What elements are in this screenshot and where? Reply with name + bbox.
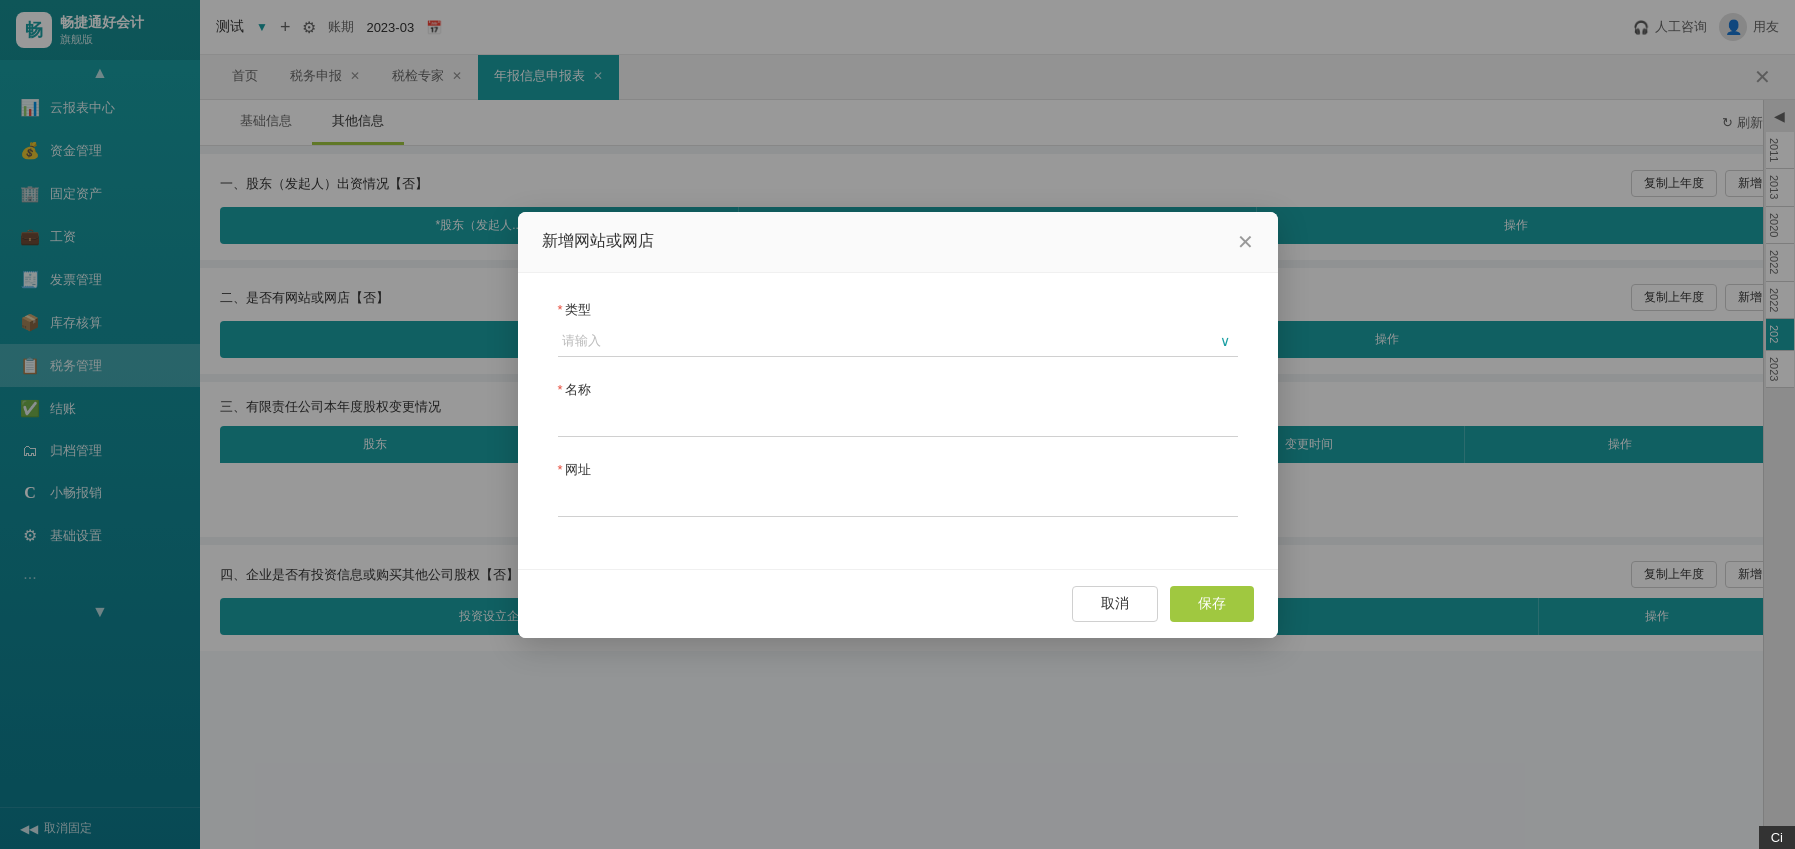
form-row-url: * 网址 [558,461,1238,517]
name-input-wrap [558,405,1238,437]
name-input[interactable] [558,405,1238,437]
form-row-type: * 类型 ∨ [558,301,1238,357]
type-input[interactable] [558,325,1238,357]
save-button[interactable]: 保存 [1170,586,1254,622]
form-row-name: * 名称 [558,381,1238,437]
ci-label: Ci [1759,826,1795,849]
modal-close-btn[interactable]: ✕ [1237,230,1254,254]
modal-footer: 取消 保存 [518,569,1278,638]
modal-body: * 类型 ∨ * 名称 * [518,273,1278,569]
url-input-wrap [558,485,1238,517]
type-label: * 类型 [558,301,1238,319]
url-label: * 网址 [558,461,1238,479]
modal-add-website: 新增网站或网店 ✕ * 类型 ∨ * 名称 [518,212,1278,638]
modal-overlay: 新增网站或网店 ✕ * 类型 ∨ * 名称 [0,0,1795,849]
modal-header: 新增网站或网店 ✕ [518,212,1278,273]
name-label: * 名称 [558,381,1238,399]
type-input-wrap: ∨ [558,325,1238,357]
url-input[interactable] [558,485,1238,517]
cancel-button[interactable]: 取消 [1072,586,1158,622]
modal-title: 新增网站或网店 [542,231,654,252]
